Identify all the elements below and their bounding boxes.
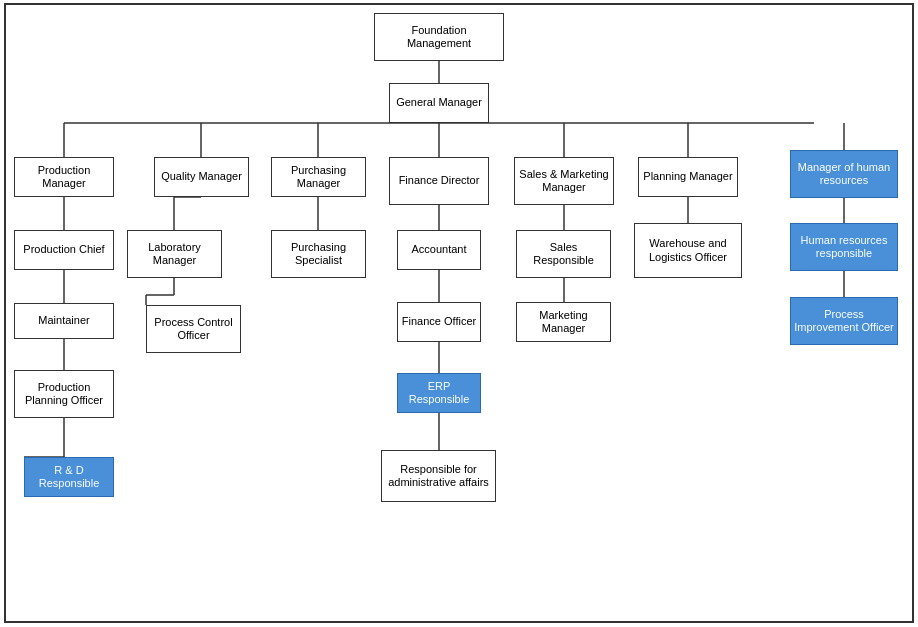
sales-responsible: Sales Responsible [516, 230, 611, 278]
accountant: Accountant [397, 230, 481, 270]
org-chart: Foundation Management General Manager Prod… [4, 3, 914, 623]
foundation-management: Foundation Management [374, 13, 504, 61]
laboratory-manager: Laboratory Manager [127, 230, 222, 278]
maintainer: Maintainer [14, 303, 114, 339]
marketing-manager: Marketing Manager [516, 302, 611, 342]
general-manager: General Manager [389, 83, 489, 123]
process-improvement-officer: Process Improvement Officer [790, 297, 898, 345]
sales-marketing-manager: Sales & Marketing Manager [514, 157, 614, 205]
manager-human-resources: Manager of human resources [790, 150, 898, 198]
warehouse-logistics: Warehouse and Logistics Officer [634, 223, 742, 278]
planning-manager: Planning Manager [638, 157, 738, 197]
erp-responsible: ERP Responsible [397, 373, 481, 413]
process-control-officer: Process Control Officer [146, 305, 241, 353]
production-manager: Production Manager [14, 157, 114, 197]
responsible-admin: Responsible for administrative affairs [381, 450, 496, 502]
rd-responsible: R & D Responsible [24, 457, 114, 497]
purchasing-specialist: Purchasing Specialist [271, 230, 366, 278]
finance-officer: Finance Officer [397, 302, 481, 342]
finance-director: Finance Director [389, 157, 489, 205]
quality-manager: Quality Manager [154, 157, 249, 197]
human-resources-responsible: Human resources responsible [790, 223, 898, 271]
production-chief: Production Chief [14, 230, 114, 270]
purchasing-manager: Purchasing Manager [271, 157, 366, 197]
production-planning-officer: Production Planning Officer [14, 370, 114, 418]
